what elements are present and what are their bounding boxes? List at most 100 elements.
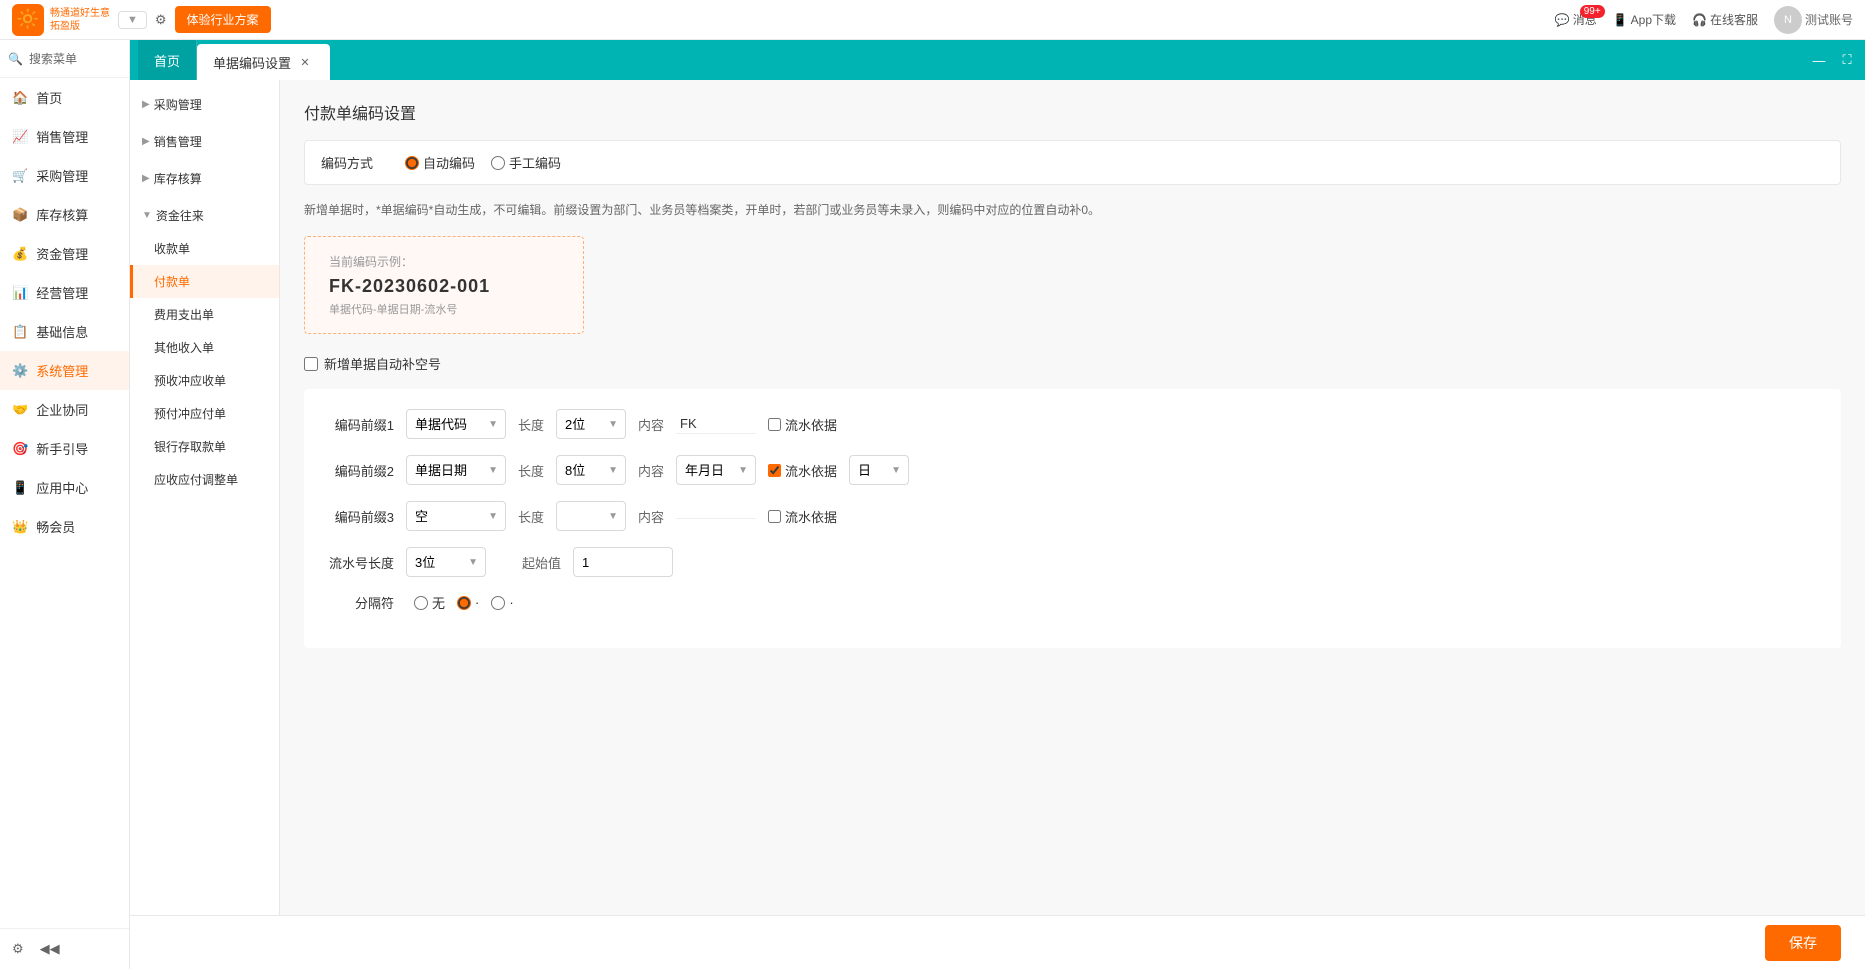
auto-fill-checkbox-row[interactable]: 新增单据自动补空号	[304, 354, 1841, 373]
prefix2-select[interactable]: 单据日期 部门 业务员 空	[406, 455, 506, 485]
length1-select[interactable]: 2位 3位 4位	[556, 409, 626, 439]
sub-item-bank[interactable]: 银行存取款单	[130, 430, 279, 463]
sub-group-fund-header[interactable]: ▼ 资金往来	[130, 199, 279, 232]
apps-icon: 📱	[12, 480, 28, 496]
length1-label: 长度	[518, 415, 544, 434]
sidebar-item-label: 新手引导	[36, 439, 88, 458]
user-name: 测试账号	[1805, 11, 1853, 28]
sidebar-item-enterprise[interactable]: 🤝 企业协同	[0, 390, 129, 429]
tab-encoding[interactable]: 单据编码设置 ✕	[197, 44, 330, 80]
start-value-input[interactable]	[573, 547, 673, 577]
basic-icon: 📋	[12, 324, 28, 340]
length2-select[interactable]: 8位 6位 4位	[556, 455, 626, 485]
sidebar-item-home[interactable]: 🏠 首页	[0, 78, 129, 117]
manual-encode-radio[interactable]	[491, 156, 505, 170]
sub-item-payment[interactable]: 付款单	[130, 265, 279, 298]
prefix3-label: 编码前缀3	[324, 507, 394, 526]
sidebar-search[interactable]: 🔍 搜索菜单	[0, 40, 129, 78]
sidebar-item-guide[interactable]: 🎯 新手引导	[0, 429, 129, 468]
member-icon: 👑	[12, 519, 28, 535]
auto-fill-checkbox[interactable]	[304, 357, 318, 371]
sub-item-prepay-pay[interactable]: 预付冲应付单	[130, 397, 279, 430]
sep-none-option[interactable]: 无	[414, 593, 445, 612]
sub-item-other-income[interactable]: 其他收入单	[130, 331, 279, 364]
message-action[interactable]: 💬 消息 99+	[1555, 11, 1597, 28]
serial-length-select-wrapper[interactable]: 3位 4位 5位 6位 ▼	[406, 547, 486, 577]
water-follow2-row[interactable]: 流水依据	[768, 461, 837, 480]
user-profile[interactable]: N 测试账号	[1774, 6, 1853, 34]
prefix1-select[interactable]: 单据代码 部门 业务员 空	[406, 409, 506, 439]
sidebar-item-label: 系统管理	[36, 361, 88, 380]
page-title: 付款单编码设置	[304, 100, 1841, 124]
auto-encode-radio[interactable]	[405, 156, 419, 170]
sidebar-item-operation[interactable]: 📊 经营管理	[0, 273, 129, 312]
sidebar-item-purchase[interactable]: 🛒 采购管理	[0, 156, 129, 195]
sep-dot1-radio[interactable]	[457, 596, 471, 610]
settings-icon[interactable]: ⚙	[155, 12, 167, 28]
tab-minimize-icon[interactable]: —	[1809, 50, 1829, 70]
sub-group-inventory-header[interactable]: ▶ 库存核算	[130, 162, 279, 195]
sidebar-item-label: 资金管理	[36, 244, 88, 263]
collapse-icon[interactable]: ◀◀	[36, 937, 64, 961]
sep-dot2-option[interactable]: ·	[491, 595, 513, 610]
tab-close-icon[interactable]: ✕	[297, 54, 313, 70]
water-follow2-checkbox[interactable]	[768, 464, 781, 477]
app-download-action[interactable]: 📱 App下载	[1613, 11, 1676, 28]
settings-bottom-icon[interactable]: ⚙	[8, 937, 28, 961]
sep-dot1-option[interactable]: ·	[457, 595, 479, 610]
sub-sidebar: ▶ 采购管理 ▶ 销售管理 ▶ 库存核算	[130, 80, 280, 915]
sub-item-expense[interactable]: 费用支出单	[130, 298, 279, 331]
sidebar-item-basic[interactable]: 📋 基础信息	[0, 312, 129, 351]
topbar-dropdown[interactable]: ▼	[118, 11, 147, 29]
search-icon: 🔍	[8, 52, 23, 66]
save-button[interactable]: 保存	[1765, 925, 1841, 961]
content2-select-wrapper[interactable]: 年月日 年月 年 ▼	[676, 455, 756, 485]
water-follow2-select[interactable]: 日 月 年	[849, 455, 909, 485]
prefix2-select-wrapper[interactable]: 单据日期 部门 业务员 空 ▼	[406, 455, 506, 485]
sidebar-item-label: 销售管理	[36, 127, 88, 146]
sub-item-prepay-recv[interactable]: 预收冲应收单	[130, 364, 279, 397]
prefix1-select-wrapper[interactable]: 单据代码 部门 业务员 空 ▼	[406, 409, 506, 439]
sidebar-item-finance[interactable]: 💰 资金管理	[0, 234, 129, 273]
length1-select-wrapper[interactable]: 2位 3位 4位 ▼	[556, 409, 626, 439]
length3-select-wrapper[interactable]: 2位 4位 ▼	[556, 501, 626, 531]
experience-btn[interactable]: 体验行业方案	[175, 6, 271, 33]
auto-encode-option[interactable]: 自动编码	[405, 153, 475, 172]
sidebar-item-sales[interactable]: 📈 销售管理	[0, 117, 129, 156]
length2-select-wrapper[interactable]: 8位 6位 4位 ▼	[556, 455, 626, 485]
sidebar-item-label: 畅会员	[36, 517, 75, 536]
sub-item-arap-adj[interactable]: 应收应付调整单	[130, 463, 279, 496]
sep-dot2-radio[interactable]	[491, 596, 505, 610]
sidebar-item-system[interactable]: ⚙️ 系统管理	[0, 351, 129, 390]
water-follow1-row[interactable]: 流水依据	[768, 415, 837, 434]
sidebar-item-inventory[interactable]: 📦 库存核算	[0, 195, 129, 234]
content1-value: FK	[676, 414, 756, 434]
manual-encode-option[interactable]: 手工编码	[491, 153, 561, 172]
serial-length-select[interactable]: 3位 4位 5位 6位	[406, 547, 486, 577]
sep-dot1-label: ·	[475, 595, 479, 610]
water-follow3-checkbox[interactable]	[768, 510, 781, 523]
content3-value	[676, 514, 756, 519]
content2-select[interactable]: 年月日 年月 年	[676, 455, 756, 485]
length3-select[interactable]: 2位 4位	[556, 501, 626, 531]
sub-group-sales-header[interactable]: ▶ 销售管理	[130, 125, 279, 158]
sidebar-item-apps[interactable]: 📱 应用中心	[0, 468, 129, 507]
message-badge: 99+	[1580, 5, 1605, 18]
prefix3-select-wrapper[interactable]: 空 单据代码 部门 业务员 ▼	[406, 501, 506, 531]
water-follow3-row[interactable]: 流水依据	[768, 507, 837, 526]
content1-label: 内容	[638, 415, 664, 434]
sub-item-receipt[interactable]: 收款单	[130, 232, 279, 265]
sub-group-purchase-header[interactable]: ▶ 采购管理	[130, 88, 279, 121]
online-service-action[interactable]: 🎧 在线客服	[1692, 11, 1758, 28]
water-follow2-select-wrapper[interactable]: 日 月 年 ▼	[849, 455, 909, 485]
operation-icon: 📊	[12, 285, 28, 301]
tab-maximize-icon[interactable]: ⛶	[1837, 50, 1857, 70]
main-content: 付款单编码设置 编码方式 自动编码 手工编码	[280, 80, 1865, 915]
enterprise-icon: 🤝	[12, 402, 28, 418]
separator-label: 分隔符	[324, 593, 394, 612]
tab-home[interactable]: 首页	[138, 40, 197, 80]
water-follow1-checkbox[interactable]	[768, 418, 781, 431]
sep-none-radio[interactable]	[414, 596, 428, 610]
sidebar-item-member[interactable]: 👑 畅会员	[0, 507, 129, 546]
prefix3-select[interactable]: 空 单据代码 部门 业务员	[406, 501, 506, 531]
